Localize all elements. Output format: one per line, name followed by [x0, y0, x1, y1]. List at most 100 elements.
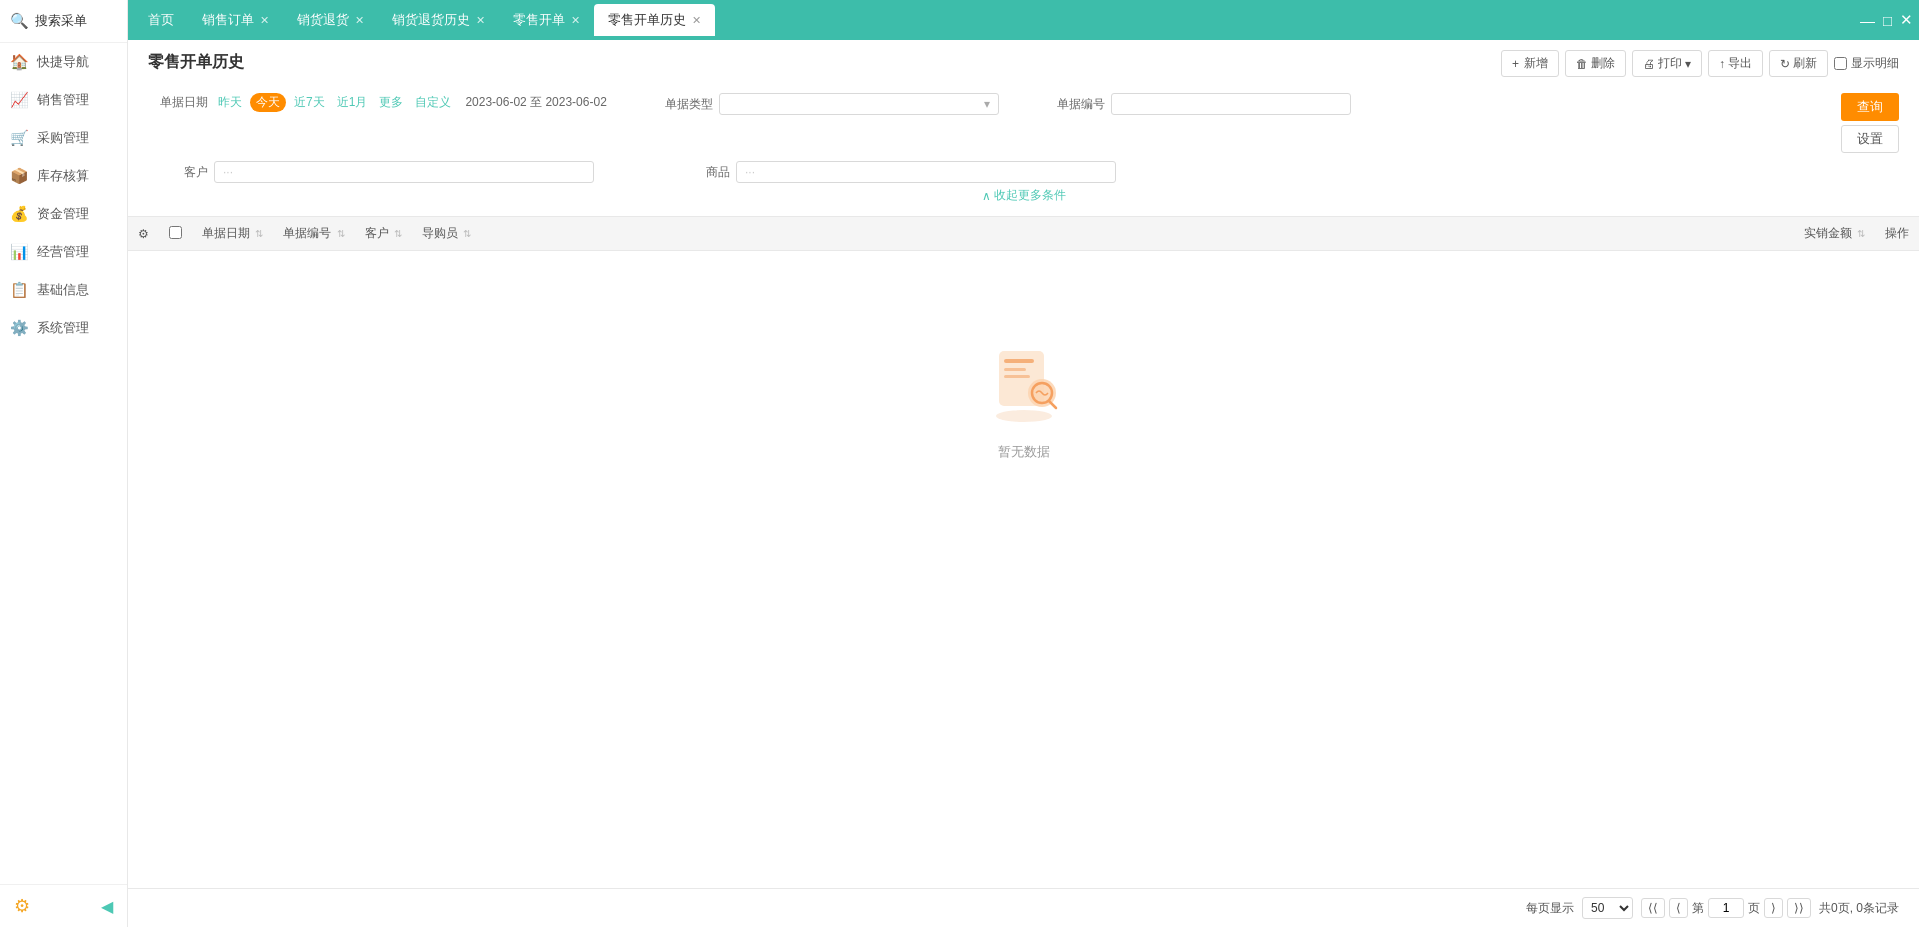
window-close-icon[interactable]: ✕: [1900, 11, 1913, 29]
goods-label: 商品: [670, 164, 730, 181]
goods-input[interactable]: ···: [736, 161, 1116, 183]
tab-sales-order-label: 销售订单: [202, 4, 254, 36]
collapse-filter-button[interactable]: ∧ 收起更多条件: [148, 187, 1899, 204]
display-toggle-checkbox[interactable]: [1834, 57, 1847, 70]
tab-retail-open-history[interactable]: 零售开单历史 ✕: [594, 4, 715, 36]
sidebar-item-finance[interactable]: 💰 资金管理: [0, 195, 127, 233]
window-maximize-icon[interactable]: □: [1883, 12, 1892, 29]
customer-input[interactable]: ···: [214, 161, 594, 183]
tab-sales-return-close[interactable]: ✕: [355, 4, 364, 36]
select-all-checkbox[interactable]: [169, 226, 182, 239]
main-content: 首页 销售订单 ✕ 销货退货 ✕ 销货退货历史 ✕ 零售开单 ✕ 零售开单历史 …: [128, 0, 1919, 927]
sidebar-item-quick-nav[interactable]: 🏠 快捷导航: [0, 43, 127, 81]
doc-type-select[interactable]: ▾: [719, 93, 999, 115]
sidebar-item-purchase-mgmt[interactable]: 🛒 采购管理: [0, 119, 127, 157]
table-settings-icon[interactable]: ⚙: [138, 227, 149, 241]
tab-sales-return-history-close[interactable]: ✕: [476, 4, 485, 36]
col-number: 单据编号 ⇅: [273, 217, 354, 251]
tab-retail-open-history-close[interactable]: ✕: [692, 4, 701, 36]
sidebar-item-label: 基础信息: [37, 281, 89, 299]
settings-icon[interactable]: ⚙: [14, 895, 30, 917]
refresh-button[interactable]: ↻ 刷新: [1769, 50, 1828, 77]
shortcut-1month[interactable]: 近1月: [333, 93, 372, 112]
settings-button[interactable]: 设置: [1841, 125, 1899, 153]
last-page-btn[interactable]: ⟩⟩: [1787, 898, 1811, 918]
tab-sales-return-history-label: 销货退货历史: [392, 4, 470, 36]
col-action-label: 操作: [1885, 226, 1909, 240]
svg-point-0: [996, 410, 1052, 422]
sort-amount-icon[interactable]: ⇅: [1857, 228, 1865, 239]
sidebar-item-label: 快捷导航: [37, 53, 89, 71]
shortcut-custom[interactable]: 自定义: [411, 93, 455, 112]
collapse-sidebar-icon[interactable]: ◀: [101, 897, 113, 916]
sidebar-item-basic-info[interactable]: 📋 基础信息: [0, 271, 127, 309]
collapse-label: 收起更多条件: [994, 187, 1066, 204]
export-label: 导出: [1728, 55, 1752, 72]
per-page-select[interactable]: 50 10 20 100: [1582, 897, 1633, 919]
first-page-btn[interactable]: ⟨⟨: [1641, 898, 1665, 918]
tab-sales-return-label: 销货退货: [297, 4, 349, 36]
col-customer-label: 客户: [365, 226, 389, 240]
delete-label: 删除: [1591, 55, 1615, 72]
prev-page-btn[interactable]: ⟨: [1669, 898, 1688, 918]
shortcut-yesterday[interactable]: 昨天: [214, 93, 246, 112]
filter-section: 单据日期 昨天 今天 近7天 近1月 更多 自定义 2023-06-02 至 2…: [128, 85, 1919, 217]
window-minimize-icon[interactable]: —: [1860, 12, 1875, 29]
export-icon: ↑: [1719, 57, 1725, 71]
tab-bar-controls: — □ ✕: [1860, 11, 1913, 29]
display-toggle[interactable]: 显示明细: [1834, 55, 1899, 72]
tab-sales-order[interactable]: 销售订单 ✕: [188, 4, 283, 36]
sidebar-item-label: 资金管理: [37, 205, 89, 223]
refresh-icon: ↻: [1780, 57, 1790, 71]
tab-retail-open[interactable]: 零售开单 ✕: [499, 4, 594, 36]
print-arrow-icon: ▾: [1685, 57, 1691, 71]
sidebar-item-operations[interactable]: 📊 经营管理: [0, 233, 127, 271]
sidebar-item-inventory[interactable]: 📦 库存核算: [0, 157, 127, 195]
tab-retail-open-close[interactable]: ✕: [571, 4, 580, 36]
col-guide: 导购员 ⇅: [412, 217, 481, 251]
date-range-display: 2023-06-02 至 2023-06-02: [465, 94, 606, 111]
page-suffix: 页: [1748, 900, 1760, 917]
sort-number-icon[interactable]: ⇅: [337, 228, 345, 239]
shortcut-7days[interactable]: 近7天: [290, 93, 329, 112]
page-input[interactable]: [1708, 898, 1744, 918]
finance-icon: 💰: [10, 205, 29, 223]
sort-date-icon[interactable]: ⇅: [255, 228, 263, 239]
tab-home[interactable]: 首页: [134, 4, 188, 36]
sidebar-item-label: 采购管理: [37, 129, 89, 147]
sidebar: 🔍 搜索采单 🏠 快捷导航 📈 销售管理 🛒 采购管理 📦 库存核算 💰 资金管…: [0, 0, 128, 927]
col-number-label: 单据编号: [283, 226, 331, 240]
sidebar-item-sales-mgmt[interactable]: 📈 销售管理: [0, 81, 127, 119]
sidebar-item-sys-mgmt[interactable]: ⚙️ 系统管理: [0, 309, 127, 347]
table-settings-col[interactable]: ⚙: [128, 217, 159, 251]
sort-guide-icon[interactable]: ⇅: [463, 228, 471, 239]
col-customer: 客户 ⇅: [355, 217, 412, 251]
page-nav: ⟨⟨ ⟨ 第 页 ⟩ ⟩⟩: [1641, 898, 1811, 918]
tab-sales-return[interactable]: 销货退货 ✕: [283, 4, 378, 36]
doc-number-input[interactable]: [1111, 93, 1351, 115]
col-amount-label: 实销金额: [1804, 226, 1852, 240]
action-buttons: 查询 设置: [1841, 93, 1899, 153]
sidebar-search[interactable]: 🔍 搜索采单: [0, 0, 127, 43]
tab-sales-order-close[interactable]: ✕: [260, 4, 269, 36]
add-button[interactable]: + 新增: [1501, 50, 1559, 77]
search-icon: 🔍: [10, 12, 29, 30]
shortcut-more[interactable]: 更多: [375, 93, 407, 112]
delete-button[interactable]: 🗑 删除: [1565, 50, 1626, 77]
sidebar-item-label: 库存核算: [37, 167, 89, 185]
tab-retail-open-label: 零售开单: [513, 4, 565, 36]
operations-icon: 📊: [10, 243, 29, 261]
shortcut-today[interactable]: 今天: [250, 93, 286, 112]
sidebar-bottom: ⚙ ◀: [0, 884, 127, 927]
empty-state: 暂无数据: [128, 251, 1919, 541]
customer-label: 客户: [148, 164, 208, 181]
sort-customer-icon[interactable]: ⇅: [394, 228, 402, 239]
customer-ellipsis: ···: [223, 165, 233, 179]
next-page-btn[interactable]: ⟩: [1764, 898, 1783, 918]
tab-sales-return-history[interactable]: 销货退货历史 ✕: [378, 4, 499, 36]
print-button[interactable]: 🖨 打印 ▾: [1632, 50, 1702, 77]
col-spacer: [481, 217, 1793, 251]
query-button[interactable]: 查询: [1841, 93, 1899, 121]
refresh-label: 刷新: [1793, 55, 1817, 72]
export-button[interactable]: ↑ 导出: [1708, 50, 1763, 77]
